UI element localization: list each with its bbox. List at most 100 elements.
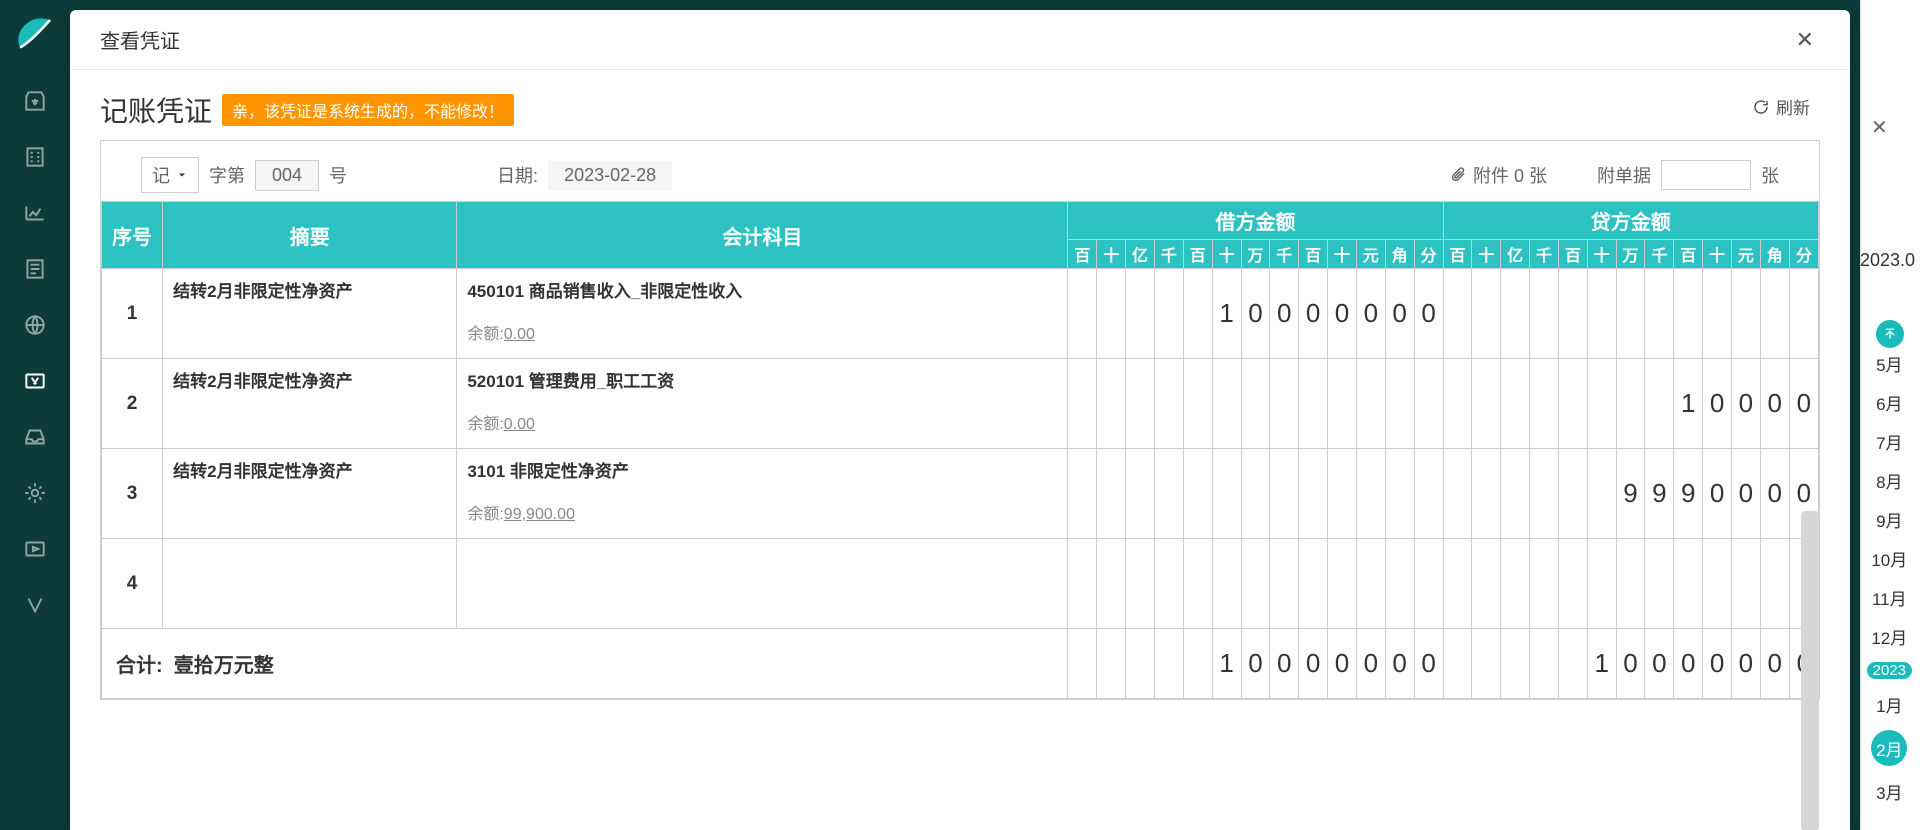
digit-cell <box>1126 269 1155 359</box>
digit-cell <box>1645 269 1674 359</box>
nav-item-chart[interactable] <box>15 198 55 228</box>
digit-cell <box>1270 449 1299 539</box>
digit-cell <box>1558 269 1587 359</box>
voucher-table: 序号 摘要 会计科目 借方金额 贷方金额 百十亿千百十万千百十元角分百十亿千百十… <box>101 201 1819 699</box>
modal-body: 记账凭证 亲，该凭证是系统生成的，不能修改！ 刷新 记 字第 004 号 日期:… <box>70 70 1850 830</box>
digit-cell <box>1703 539 1732 629</box>
table-row: 4 <box>102 539 1819 629</box>
digit-cell <box>1126 359 1155 449</box>
unit-百: 百 <box>1068 240 1097 269</box>
month-12[interactable]: 12月 <box>1867 623 1911 650</box>
nav-item-settings[interactable] <box>15 478 55 508</box>
digit-cell: 0 <box>1385 269 1414 359</box>
digit-cell <box>1385 359 1414 449</box>
nav-item-v[interactable] <box>15 590 55 620</box>
voucher-type-select[interactable]: 记 <box>141 157 199 193</box>
nav-item-money[interactable] <box>15 86 55 116</box>
digit-cell <box>1587 449 1616 539</box>
month-10[interactable]: 10月 <box>1867 545 1911 572</box>
row-account[interactable]: 520101 管理费用_职工工资余额:0.00 <box>457 359 1068 449</box>
table-row: 2结转2月非限定性净资产520101 管理费用_职工工资余额:0.0010000 <box>102 359 1819 449</box>
row-summary[interactable]: 结转2月非限定性净资产 <box>163 449 457 539</box>
digit-cell: 0 <box>1414 629 1443 699</box>
digit-cell <box>1472 539 1501 629</box>
voucher-date[interactable]: 2023-02-28 <box>548 161 672 190</box>
unit-十: 十 <box>1097 240 1126 269</box>
unit-千: 千 <box>1530 240 1559 269</box>
nav-item-voucher[interactable] <box>15 366 55 396</box>
digit-cell <box>1154 629 1183 699</box>
unit-亿: 亿 <box>1126 240 1155 269</box>
row-account[interactable] <box>457 539 1068 629</box>
unit-元: 元 <box>1731 240 1760 269</box>
digit-cell: 0 <box>1674 629 1703 699</box>
digit-cell <box>1097 359 1126 449</box>
month-11[interactable]: 11月 <box>1868 584 1911 611</box>
digit-cell: 0 <box>1299 629 1328 699</box>
month-2-active[interactable]: 2月 <box>1871 730 1907 766</box>
unit-十: 十 <box>1703 240 1732 269</box>
nav-item-globe[interactable] <box>15 310 55 340</box>
digit-cell <box>1789 269 1818 359</box>
digit-cell <box>1328 539 1357 629</box>
row-summary[interactable] <box>163 539 457 629</box>
month-8[interactable]: 8月 <box>1872 467 1906 494</box>
nav-item-video[interactable] <box>15 534 55 564</box>
scroll-top-button[interactable] <box>1876 320 1904 348</box>
modal-close-icon[interactable]: ✕ <box>1790 21 1820 59</box>
digit-cell <box>1472 269 1501 359</box>
digit-cell <box>1731 539 1760 629</box>
digit-cell: 0 <box>1760 449 1789 539</box>
digit-cell: 0 <box>1760 359 1789 449</box>
digit-cell <box>1530 629 1559 699</box>
unit-百: 百 <box>1558 240 1587 269</box>
paperclip-icon <box>1449 166 1467 184</box>
attachment-count[interactable]: 附件 0 张 <box>1449 162 1547 188</box>
digit-cell <box>1068 539 1097 629</box>
month-6[interactable]: 6月 <box>1872 389 1906 416</box>
row-summary[interactable]: 结转2月非限定性净资产 <box>163 269 457 359</box>
month-7[interactable]: 7月 <box>1872 428 1906 455</box>
digit-cell <box>1154 269 1183 359</box>
row-account[interactable]: 450101 商品销售收入_非限定性收入余额:0.00 <box>457 269 1068 359</box>
digit-cell <box>1299 359 1328 449</box>
digit-cell <box>1270 359 1299 449</box>
digit-cell <box>1097 269 1126 359</box>
nav-item-building[interactable] <box>15 142 55 172</box>
number-suffix: 号 <box>329 162 347 188</box>
nav-item-receipt[interactable] <box>15 254 55 284</box>
month-5[interactable]: 5月 <box>1872 350 1906 377</box>
refresh-button[interactable]: 刷新 <box>1752 94 1810 119</box>
unit-百: 百 <box>1443 240 1472 269</box>
month-3[interactable]: 3月 <box>1872 778 1906 805</box>
panel-close-icon[interactable]: ✕ <box>1871 115 1888 140</box>
digit-cell <box>1212 359 1241 449</box>
digit-cell <box>1645 359 1674 449</box>
digit-cell <box>1126 449 1155 539</box>
digit-cell <box>1356 449 1385 539</box>
digit-cell: 0 <box>1356 269 1385 359</box>
digit-cell <box>1068 629 1097 699</box>
digit-cell <box>1097 629 1126 699</box>
row-account[interactable]: 3101 非限定性净资产余额:99,900.00 <box>457 449 1068 539</box>
system-generated-warning: 亲，该凭证是系统生成的，不能修改！ <box>222 94 514 126</box>
month-9[interactable]: 9月 <box>1872 506 1906 533</box>
digit-cell: 0 <box>1356 629 1385 699</box>
year-badge[interactable]: 2023 <box>1867 662 1912 679</box>
attach-doc-input[interactable] <box>1661 160 1751 190</box>
digit-cell: 0 <box>1270 269 1299 359</box>
scrollbar[interactable] <box>1801 511 1819 830</box>
chevron-down-icon <box>176 169 188 181</box>
digit-cell: 0 <box>1703 629 1732 699</box>
digit-cell <box>1126 539 1155 629</box>
digit-cell <box>1760 539 1789 629</box>
row-summary[interactable]: 结转2月非限定性净资产 <box>163 359 457 449</box>
digit-cell <box>1328 359 1357 449</box>
digit-cell <box>1472 359 1501 449</box>
voucher-number[interactable]: 004 <box>255 160 319 191</box>
nav-item-inbox[interactable] <box>15 422 55 452</box>
month-1[interactable]: 1月 <box>1872 691 1906 718</box>
unit-元: 元 <box>1356 240 1385 269</box>
table-row: 3结转2月非限定性净资产3101 非限定性净资产余额:99,900.009990… <box>102 449 1819 539</box>
digit-cell: 0 <box>1731 449 1760 539</box>
